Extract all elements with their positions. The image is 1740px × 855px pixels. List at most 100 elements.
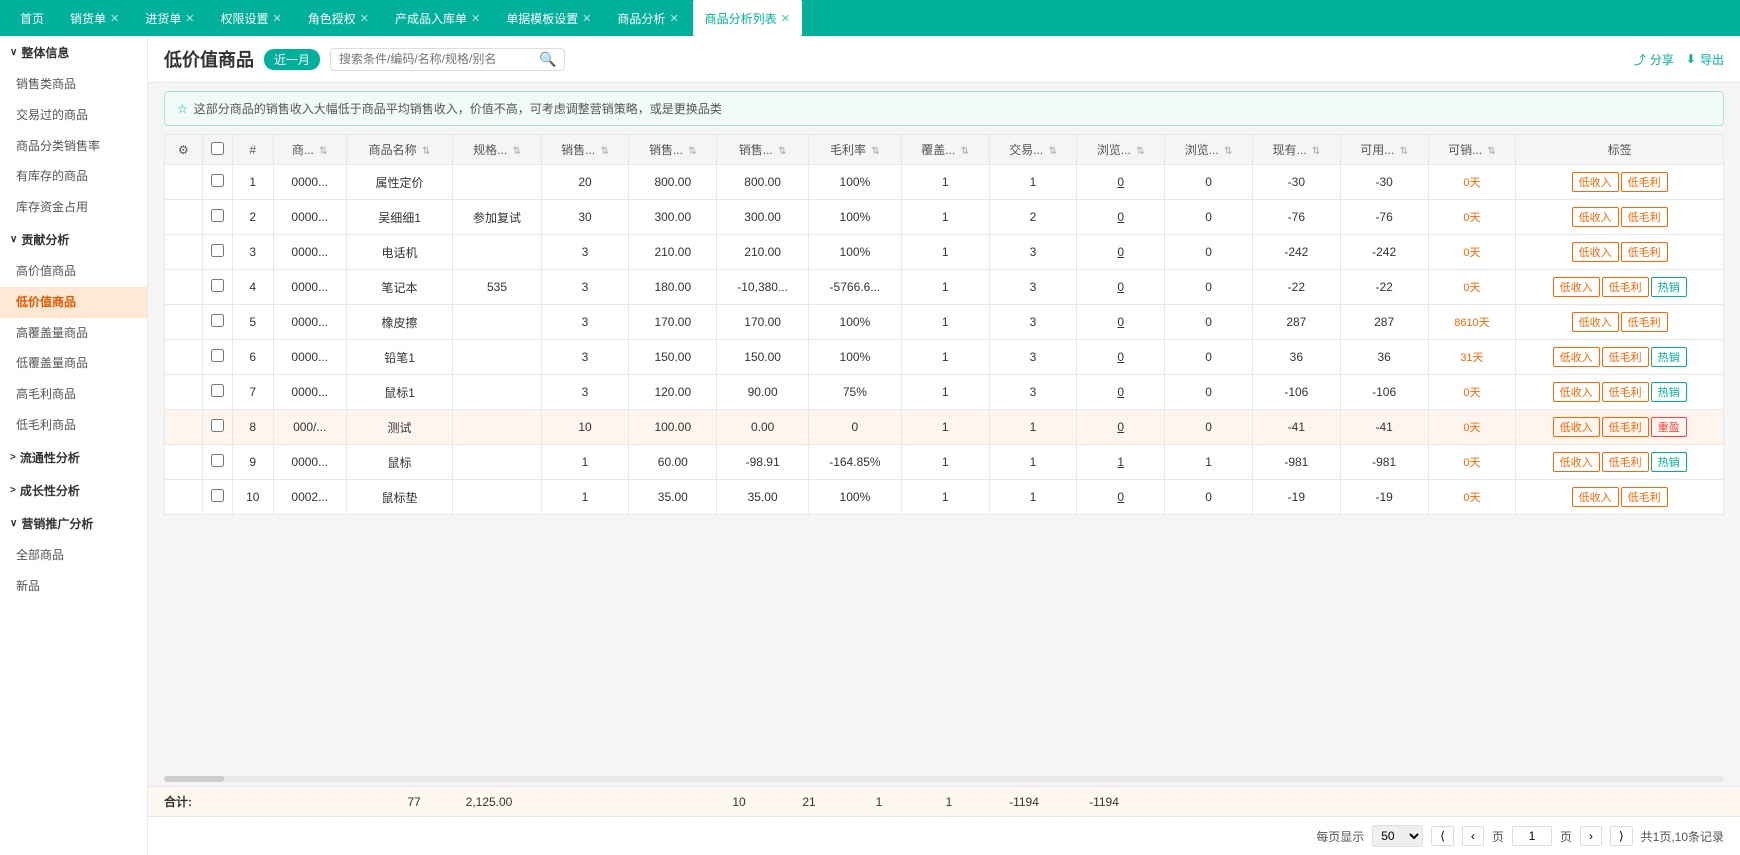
scroll-track[interactable]	[164, 776, 1724, 782]
row-view1[interactable]: 0	[1077, 480, 1165, 515]
row-select-checkbox[interactable]	[211, 244, 224, 257]
scroll-thumb[interactable]	[164, 776, 224, 782]
row-select-checkbox[interactable]	[211, 489, 224, 502]
row-spec	[453, 480, 541, 515]
nav-permission[interactable]: 权限设置 ✕	[208, 0, 293, 36]
first-page-button[interactable]: ⟨	[1431, 826, 1454, 846]
row-select-checkbox[interactable]	[211, 174, 224, 187]
row-checkbox[interactable]	[202, 165, 232, 200]
sidebar-item-traded-products[interactable]: 交易过的商品	[0, 100, 147, 131]
sidebar-item-stock-capital[interactable]: 库存资金占用	[0, 192, 147, 223]
row-view1[interactable]: 1	[1077, 445, 1165, 480]
col-view2[interactable]: 浏览... ⇅	[1165, 135, 1253, 165]
row-stock1: 36	[1252, 340, 1340, 375]
sidebar-item-low-coverage[interactable]: 低覆盖量商品	[0, 348, 147, 379]
col-sale2[interactable]: 销售... ⇅	[629, 135, 717, 165]
col-name[interactable]: 商品名称 ⇅	[346, 135, 453, 165]
row-checkbox[interactable]	[202, 235, 232, 270]
row-select-checkbox[interactable]	[211, 454, 224, 467]
select-all-checkbox[interactable]	[211, 142, 224, 155]
col-days[interactable]: 可销... ⇅	[1428, 135, 1516, 165]
col-cover[interactable]: 覆盖... ⇅	[901, 135, 989, 165]
col-gear[interactable]: ⚙	[165, 135, 203, 165]
row-cover: 1	[901, 375, 989, 410]
row-view1[interactable]: 0	[1077, 270, 1165, 305]
share-button[interactable]: ⤴ 分享	[1634, 51, 1674, 68]
col-sale3[interactable]: 销售... ⇅	[717, 135, 809, 165]
sidebar-item-stock-products[interactable]: 有库存的商品	[0, 161, 147, 192]
row-select-checkbox[interactable]	[211, 384, 224, 397]
row-view1[interactable]: 0	[1077, 235, 1165, 270]
row-select-checkbox[interactable]	[211, 209, 224, 222]
sidebar-item-high-margin[interactable]: 高毛利商品	[0, 379, 147, 410]
nav-role[interactable]: 角色授权 ✕	[296, 0, 381, 36]
nav-close-list[interactable]: ✕	[781, 12, 790, 25]
row-select-checkbox[interactable]	[211, 314, 224, 327]
search-icon[interactable]: 🔍	[539, 51, 556, 68]
next-page-button[interactable]: ›	[1580, 826, 1602, 846]
sidebar-item-high-value[interactable]: 高价值商品	[0, 256, 147, 287]
nav-close-template[interactable]: ✕	[582, 12, 591, 25]
row-name: 属性定价	[346, 165, 453, 200]
col-code[interactable]: 商... ⇅	[273, 135, 346, 165]
search-input[interactable]	[339, 52, 539, 66]
row-checkbox[interactable]	[202, 445, 232, 480]
row-view1[interactable]: 0	[1077, 375, 1165, 410]
sidebar-item-sales-products[interactable]: 销售类商品	[0, 69, 147, 100]
nav-template[interactable]: 单据模板设置 ✕	[494, 0, 603, 36]
sidebar-item-low-margin[interactable]: 低毛利商品	[0, 410, 147, 441]
prev-page-button[interactable]: ‹	[1462, 826, 1484, 846]
nav-home[interactable]: 首页	[8, 0, 56, 36]
nav-close-stock[interactable]: ✕	[471, 12, 480, 25]
col-stock2[interactable]: 可用... ⇅	[1340, 135, 1428, 165]
col-stock1[interactable]: 现有... ⇅	[1252, 135, 1340, 165]
row-view1[interactable]: 0	[1077, 410, 1165, 445]
nav-product-analysis[interactable]: 商品分析 ✕	[605, 0, 690, 36]
row-select-checkbox[interactable]	[211, 279, 224, 292]
row-checkbox[interactable]	[202, 340, 232, 375]
row-view1[interactable]: 0	[1077, 200, 1165, 235]
row-checkbox[interactable]	[202, 480, 232, 515]
sidebar-item-high-coverage[interactable]: 高覆盖量商品	[0, 318, 147, 349]
sidebar-section-contribution[interactable]: ∨ 贡献分析	[0, 223, 147, 256]
row-checkbox[interactable]	[202, 305, 232, 340]
sidebar-item-new-products[interactable]: 新品	[0, 571, 147, 602]
row-view1[interactable]: 0	[1077, 165, 1165, 200]
nav-purchase[interactable]: 进货单 ✕	[133, 0, 206, 36]
sidebar-item-category-rate[interactable]: 商品分类销售率	[0, 131, 147, 162]
per-page-select[interactable]: 50 100	[1372, 825, 1423, 847]
row-view1[interactable]: 0	[1077, 340, 1165, 375]
sidebar-section-marketing[interactable]: ∨ 营销推广分析	[0, 507, 147, 540]
row-checkbox[interactable]	[202, 375, 232, 410]
col-checkbox[interactable]	[202, 135, 232, 165]
col-spec[interactable]: 规格... ⇅	[453, 135, 541, 165]
row-select-checkbox[interactable]	[211, 419, 224, 432]
row-checkbox[interactable]	[202, 270, 232, 305]
col-gross[interactable]: 毛利率 ⇅	[809, 135, 902, 165]
nav-analysis-list[interactable]: 商品分析列表 ✕	[693, 0, 802, 36]
col-trade[interactable]: 交易... ⇅	[989, 135, 1077, 165]
row-select-checkbox[interactable]	[211, 349, 224, 362]
export-button[interactable]: ⬇ 导出	[1686, 51, 1724, 68]
nav-close-analysis[interactable]: ✕	[669, 12, 678, 25]
nav-stock-in[interactable]: 产成品入库单 ✕	[383, 0, 492, 36]
nav-close-sales[interactable]: ✕	[110, 12, 119, 25]
row-view1[interactable]: 0	[1077, 305, 1165, 340]
page-input[interactable]	[1512, 826, 1552, 846]
sidebar-section-growth[interactable]: > 成长性分析	[0, 474, 147, 507]
sidebar-section-overall[interactable]: ∨ 整体信息	[0, 36, 147, 69]
nav-close-permission[interactable]: ✕	[273, 12, 282, 25]
nav-close-role[interactable]: ✕	[360, 12, 369, 25]
filter-tag-month[interactable]: 近一月	[264, 49, 320, 70]
row-days: 8610天	[1428, 305, 1516, 340]
row-checkbox[interactable]	[202, 200, 232, 235]
row-checkbox[interactable]	[202, 410, 232, 445]
sidebar-section-flow[interactable]: > 流通性分析	[0, 441, 147, 474]
col-sale1[interactable]: 销售... ⇅	[541, 135, 629, 165]
sidebar-item-low-value[interactable]: 低价值商品	[0, 287, 147, 318]
sidebar-item-all-products[interactable]: 全部商品	[0, 540, 147, 571]
col-view1[interactable]: 浏览... ⇅	[1077, 135, 1165, 165]
nav-close-purchase[interactable]: ✕	[185, 12, 194, 25]
last-page-button[interactable]: ⟩	[1610, 826, 1633, 846]
nav-sales[interactable]: 销货单 ✕	[58, 0, 131, 36]
